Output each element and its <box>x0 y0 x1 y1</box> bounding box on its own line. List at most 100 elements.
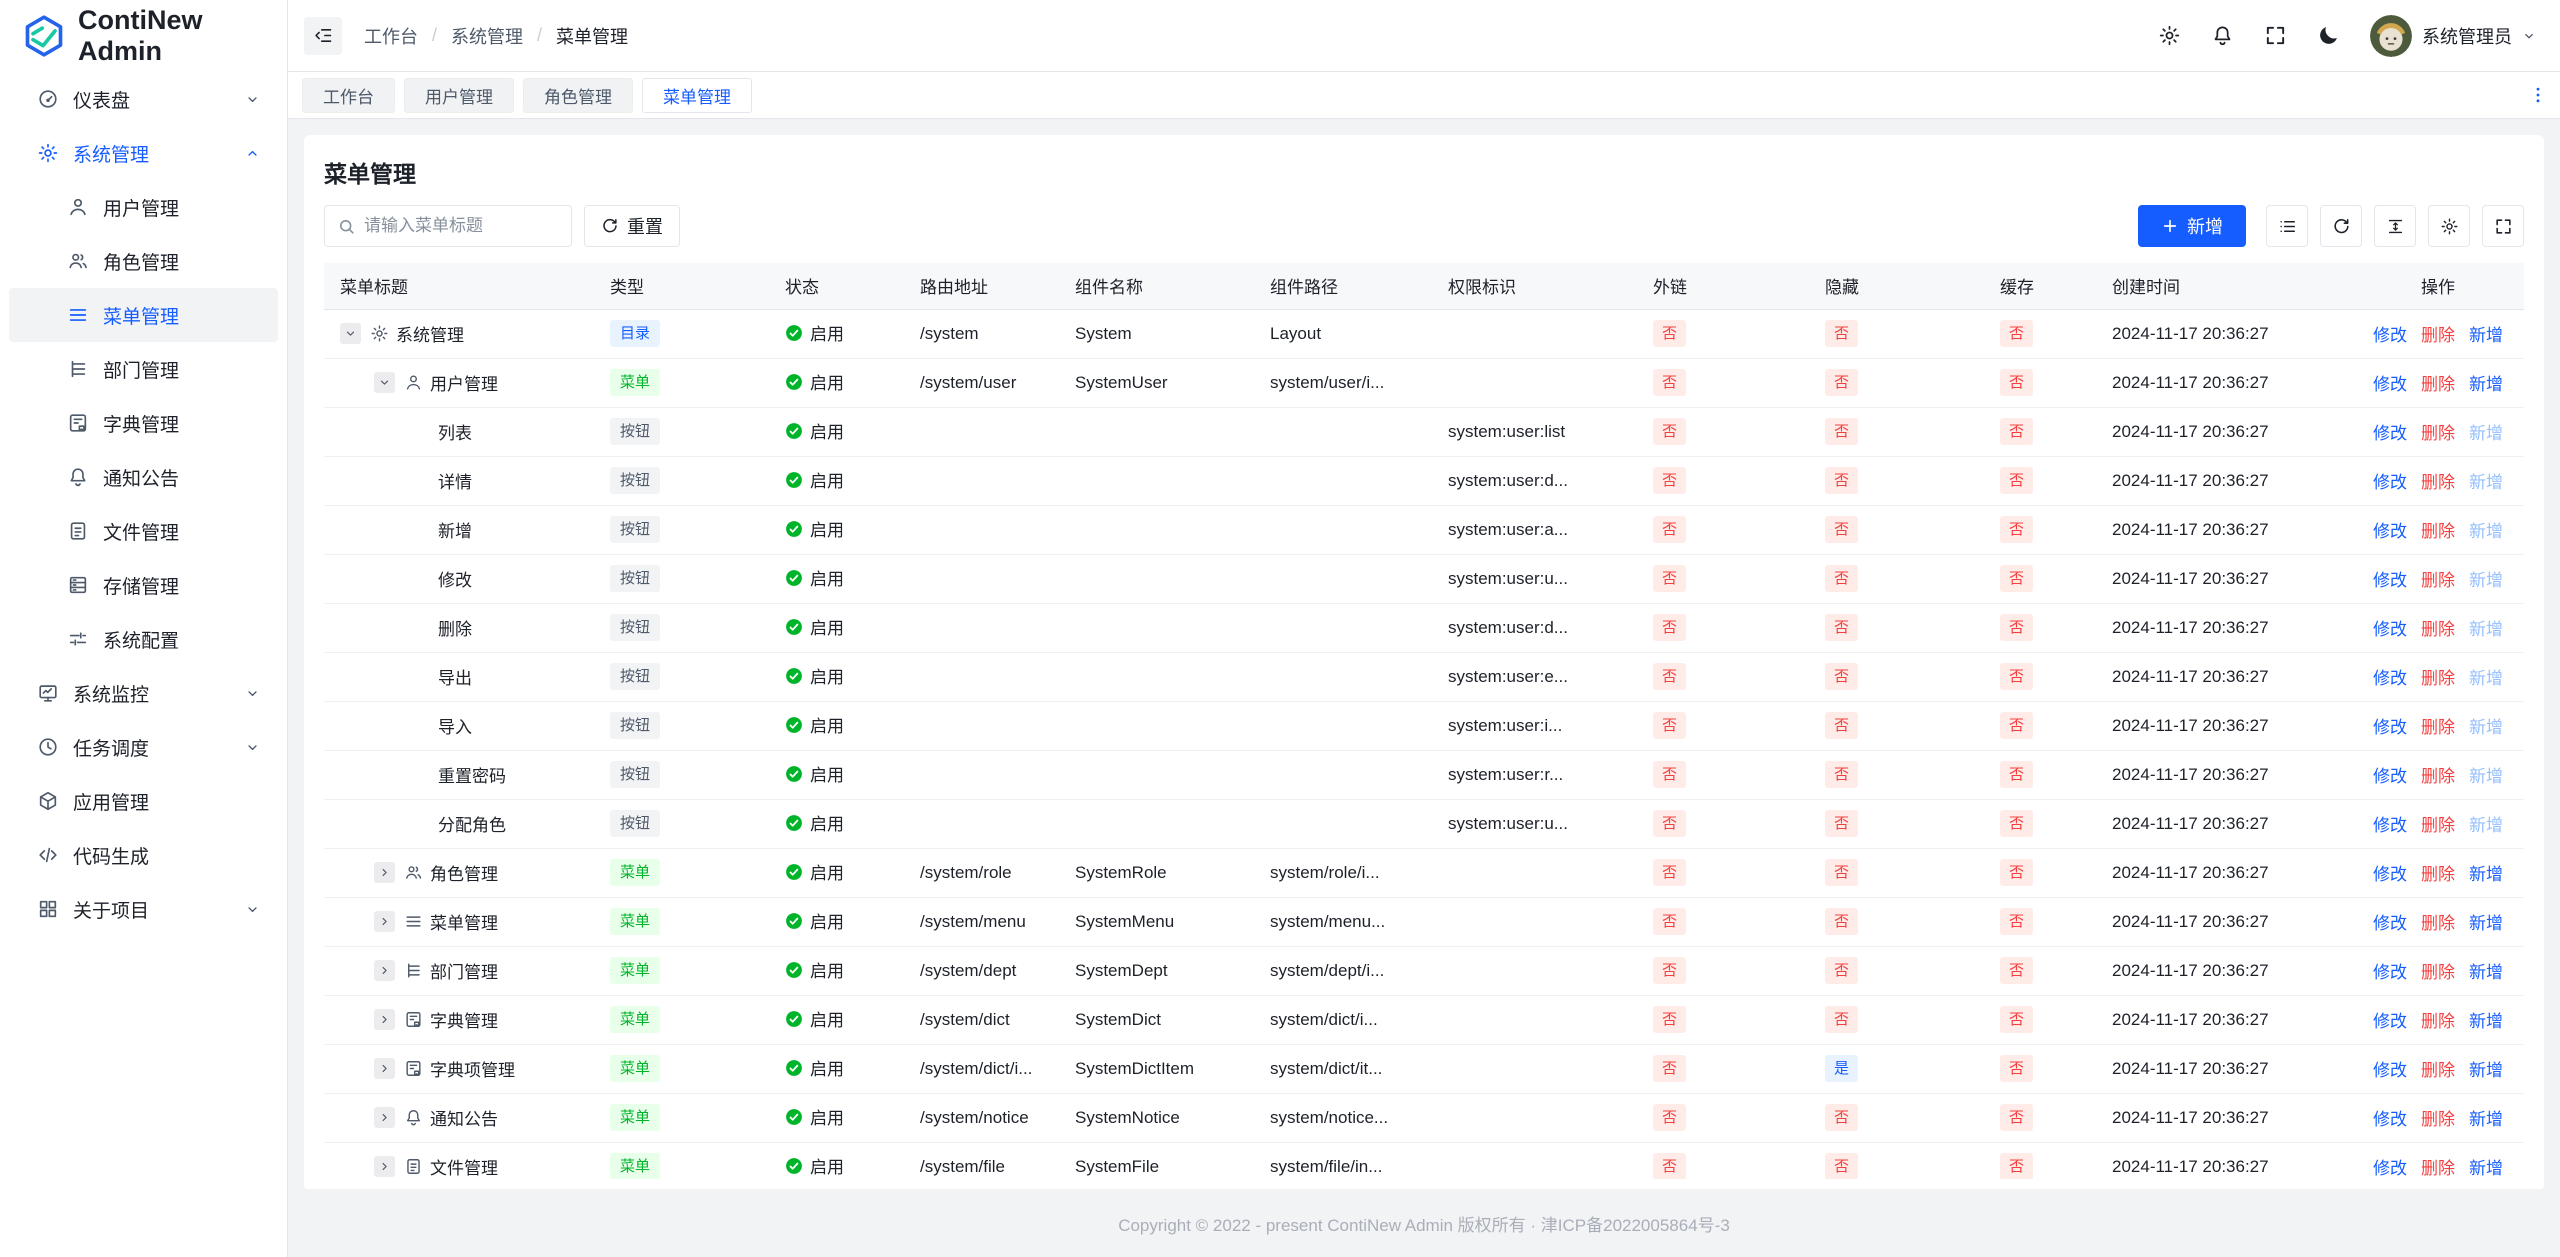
sidebar-item-storage-mgmt[interactable]: 存储管理 <box>9 558 278 612</box>
delete-action[interactable]: 删除 <box>2421 424 2455 443</box>
tab-actions-icon[interactable] <box>2528 85 2548 105</box>
dict-icon <box>404 1059 423 1078</box>
breadcrumb-item[interactable]: 系统管理 <box>451 23 523 49</box>
add-action[interactable]: 新增 <box>2469 914 2503 933</box>
settings-icon[interactable] <box>2158 24 2181 47</box>
add-action[interactable]: 新增 <box>2469 375 2503 394</box>
delete-action[interactable]: 删除 <box>2421 816 2455 835</box>
edit-action[interactable]: 修改 <box>2373 1061 2407 1080</box>
edit-action[interactable]: 修改 <box>2373 914 2407 933</box>
delete-action[interactable]: 删除 <box>2421 1012 2455 1031</box>
add-action[interactable]: 新增 <box>2469 326 2503 345</box>
route-cell: /system/dict <box>904 995 1059 1044</box>
delete-action[interactable]: 删除 <box>2421 1110 2455 1129</box>
sidebar-item-monitor[interactable]: 系统监控 <box>9 666 278 720</box>
expand-toggle[interactable] <box>374 862 395 883</box>
expand-toggle[interactable] <box>374 1107 395 1128</box>
delete-action[interactable]: 删除 <box>2421 669 2455 688</box>
edit-action[interactable]: 修改 <box>2373 816 2407 835</box>
add-button[interactable]: 新增 <box>2138 205 2246 247</box>
tab-workbench[interactable]: 工作台 <box>302 78 395 113</box>
content: 菜单管理 重置 新增 <box>288 119 2560 1189</box>
bell-icon[interactable] <box>2211 24 2234 47</box>
delete-action[interactable]: 删除 <box>2421 571 2455 590</box>
external-badge: 否 <box>1653 761 1686 788</box>
delete-action[interactable]: 删除 <box>2421 620 2455 639</box>
user-menu[interactable]: 系统管理员 <box>2370 15 2536 57</box>
edit-action[interactable]: 修改 <box>2373 620 2407 639</box>
settings-button[interactable] <box>2428 205 2470 247</box>
sidebar-item-dict-mgmt[interactable]: 字典管理 <box>9 396 278 450</box>
edit-action[interactable]: 修改 <box>2373 522 2407 541</box>
sidebar-item-dept-mgmt[interactable]: 部门管理 <box>9 342 278 396</box>
component-name-cell: SystemMenu <box>1059 897 1254 946</box>
sidebar-item-system[interactable]: 系统管理 <box>9 126 278 180</box>
sliders-icon <box>67 628 89 650</box>
line-height-button[interactable] <box>2374 205 2416 247</box>
edit-action[interactable]: 修改 <box>2373 375 2407 394</box>
delete-action[interactable]: 删除 <box>2421 767 2455 786</box>
list-button[interactable] <box>2266 205 2308 247</box>
expand-toggle[interactable] <box>374 372 395 393</box>
sidebar-item-schedule[interactable]: 任务调度 <box>9 720 278 774</box>
tab-user-mgmt[interactable]: 用户管理 <box>404 78 514 113</box>
edit-action[interactable]: 修改 <box>2373 865 2407 884</box>
edit-action[interactable]: 修改 <box>2373 326 2407 345</box>
sidebar-item-role-mgmt[interactable]: 角色管理 <box>9 234 278 288</box>
sidebar-item-user-mgmt[interactable]: 用户管理 <box>9 180 278 234</box>
sidebar-item-system-config[interactable]: 系统配置 <box>9 612 278 666</box>
delete-action[interactable]: 删除 <box>2421 1159 2455 1178</box>
component-name-cell <box>1059 750 1254 799</box>
edit-action[interactable]: 修改 <box>2373 1012 2407 1031</box>
add-action[interactable]: 新增 <box>2469 963 2503 982</box>
sidebar-item-menu-mgmt[interactable]: 菜单管理 <box>9 288 278 342</box>
edit-action[interactable]: 修改 <box>2373 1159 2407 1178</box>
reset-button[interactable]: 重置 <box>584 205 680 247</box>
expand-toggle[interactable] <box>374 1009 395 1030</box>
add-action[interactable]: 新增 <box>2469 865 2503 884</box>
add-action[interactable]: 新增 <box>2469 1061 2503 1080</box>
delete-action[interactable]: 删除 <box>2421 1061 2455 1080</box>
delete-action[interactable]: 删除 <box>2421 375 2455 394</box>
delete-action[interactable]: 删除 <box>2421 326 2455 345</box>
add-action[interactable]: 新增 <box>2469 1159 2503 1178</box>
sidebar-item-file-mgmt[interactable]: 文件管理 <box>9 504 278 558</box>
breadcrumb-item[interactable]: 工作台 <box>364 23 418 49</box>
edit-action[interactable]: 修改 <box>2373 1110 2407 1129</box>
delete-action[interactable]: 删除 <box>2421 718 2455 737</box>
sidebar-item-app-mgmt[interactable]: 应用管理 <box>9 774 278 828</box>
edit-action[interactable]: 修改 <box>2373 473 2407 492</box>
edit-action[interactable]: 修改 <box>2373 718 2407 737</box>
tab-role-mgmt[interactable]: 角色管理 <box>523 78 633 113</box>
moon-icon[interactable] <box>2317 24 2340 47</box>
search-input[interactable] <box>364 216 559 236</box>
edit-action[interactable]: 修改 <box>2373 424 2407 443</box>
delete-action[interactable]: 删除 <box>2421 865 2455 884</box>
expand-toggle[interactable] <box>374 1058 395 1079</box>
delete-action[interactable]: 删除 <box>2421 522 2455 541</box>
expand-toggle[interactable] <box>374 1156 395 1177</box>
delete-action[interactable]: 删除 <box>2421 963 2455 982</box>
add-action[interactable]: 新增 <box>2469 1012 2503 1031</box>
add-action[interactable]: 新增 <box>2469 1110 2503 1129</box>
delete-action[interactable]: 删除 <box>2421 914 2455 933</box>
edit-action[interactable]: 修改 <box>2373 963 2407 982</box>
expand-toggle[interactable] <box>374 960 395 981</box>
sidebar-item-about[interactable]: 关于项目 <box>9 882 278 936</box>
edit-action[interactable]: 修改 <box>2373 669 2407 688</box>
sidebar-item-label: 角色管理 <box>103 248 260 275</box>
edit-action[interactable]: 修改 <box>2373 571 2407 590</box>
fullscreen-button[interactable] <box>2482 205 2524 247</box>
edit-action[interactable]: 修改 <box>2373 767 2407 786</box>
app-logo[interactable]: ContiNew Admin <box>0 0 287 72</box>
refresh-button[interactable] <box>2320 205 2362 247</box>
expand-toggle[interactable] <box>340 323 361 344</box>
sidebar-item-code-gen[interactable]: 代码生成 <box>9 828 278 882</box>
expand-toggle[interactable] <box>374 911 395 932</box>
sidebar-collapse-icon[interactable] <box>304 17 342 55</box>
sidebar-item-dashboard[interactable]: 仪表盘 <box>9 72 278 126</box>
sidebar-item-notice-mgmt[interactable]: 通知公告 <box>9 450 278 504</box>
fullscreen-icon[interactable] <box>2264 24 2287 47</box>
delete-action[interactable]: 删除 <box>2421 473 2455 492</box>
tab-menu-mgmt[interactable]: 菜单管理 <box>642 78 752 113</box>
